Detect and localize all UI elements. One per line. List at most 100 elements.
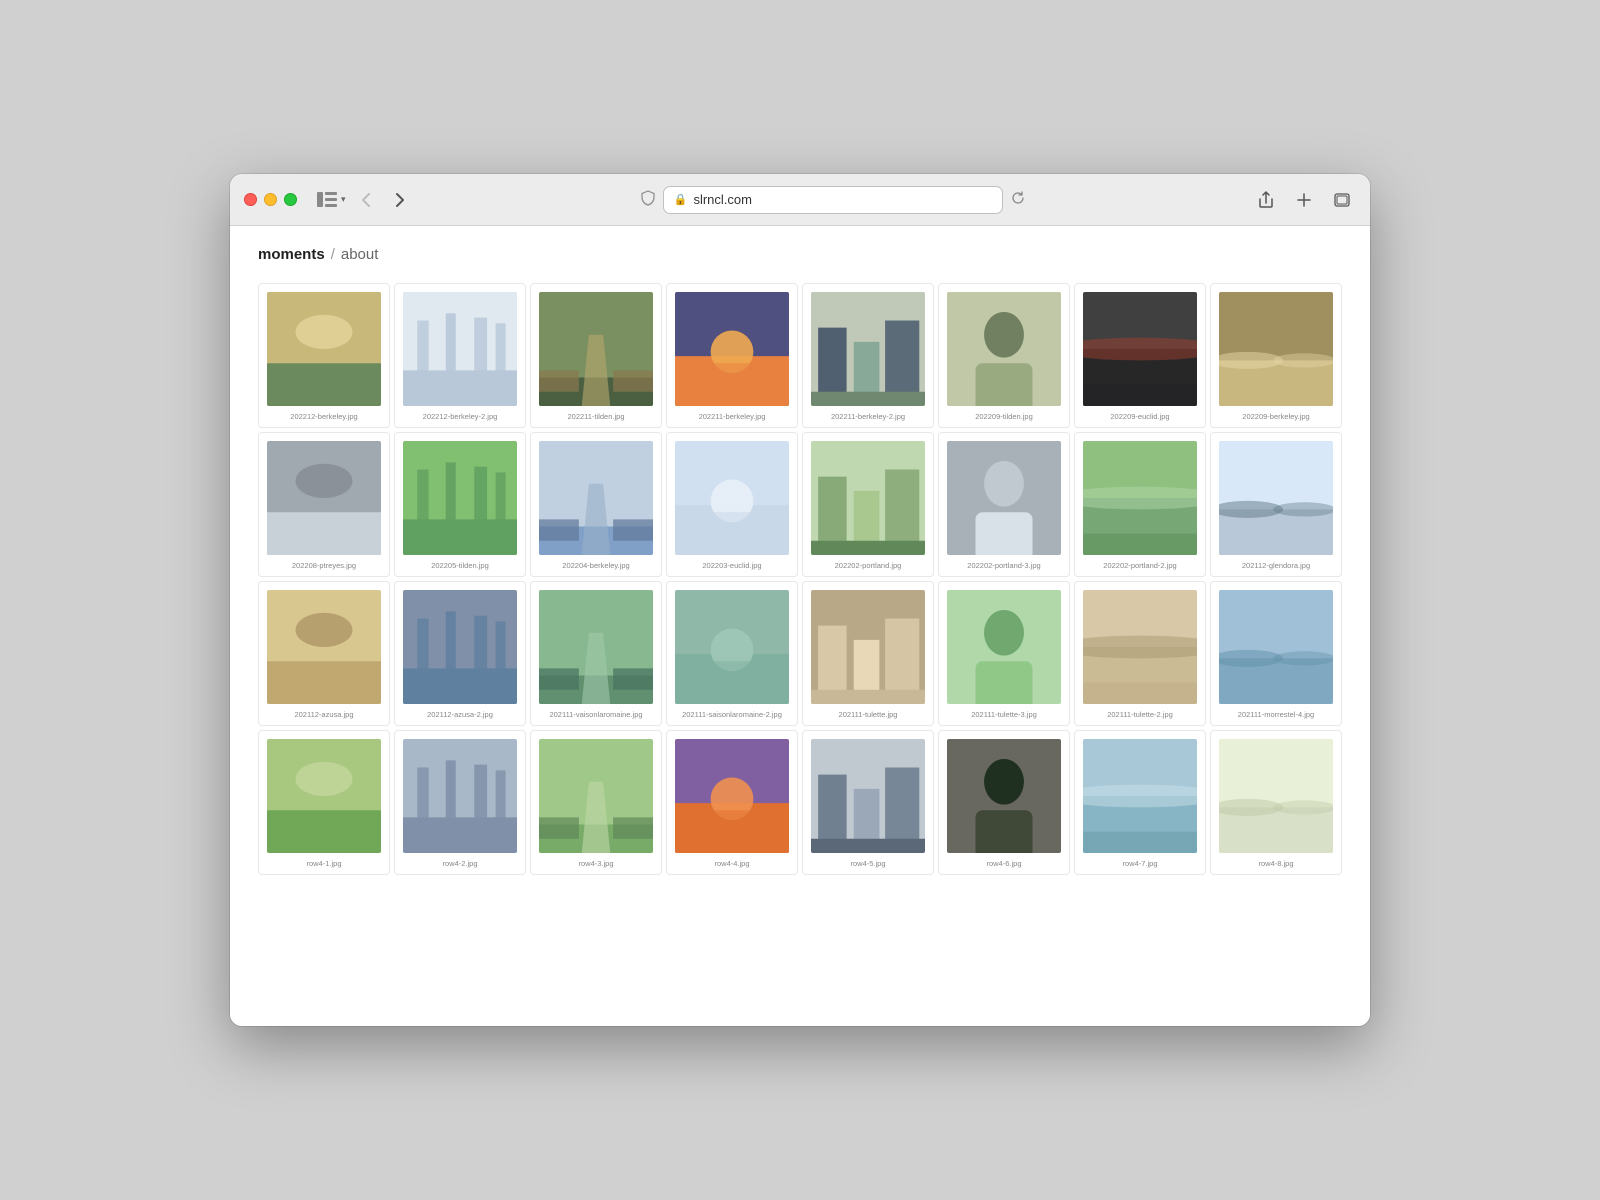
photo-thumbnail [1219,590,1333,704]
photo-card[interactable]: 202204-berkeley.jpg [530,432,662,577]
photo-thumbnail [403,292,517,406]
photo-filename: 202112-azusa.jpg [267,710,381,719]
photo-card[interactable]: row4-8.jpg [1210,730,1342,875]
photo-card[interactable]: 202111-saisonlaromaine-2.jpg [666,581,798,726]
browser-content: moments / about 202212-berkeley.jpg [230,226,1370,1026]
photo-filename: row4-7.jpg [1083,859,1197,868]
url-text: slrncl.com [693,192,752,207]
photo-card[interactable]: row4-1.jpg [258,730,390,875]
photo-filename: 202212-berkeley-2.jpg [403,412,517,421]
photo-filename: 202211-berkeley.jpg [675,412,789,421]
photo-card[interactable]: 202112-glendora.jpg [1210,432,1342,577]
photo-filename: row4-5.jpg [811,859,925,868]
photo-card[interactable]: 202111-tulette-3.jpg [938,581,1070,726]
photo-filename: 202111-morrestel-4.jpg [1219,710,1333,719]
reload-button[interactable] [1011,191,1025,208]
photo-filename: 202112-azusa-2.jpg [403,710,517,719]
photo-filename: 202211-berkeley-2.jpg [811,412,925,421]
photo-card[interactable]: row4-4.jpg [666,730,798,875]
photo-thumbnail [403,590,517,704]
photo-filename: 202112-glendora.jpg [1219,561,1333,570]
photo-card[interactable]: 202209-berkeley.jpg [1210,283,1342,428]
photo-filename: row4-8.jpg [1219,859,1333,868]
photo-card[interactable]: 202211-berkeley-2.jpg [802,283,934,428]
photo-grid: 202212-berkeley.jpg 202212-berkeley-2.jp… [258,283,1342,875]
photo-card[interactable]: 202209-euclid.jpg [1074,283,1206,428]
photo-thumbnail [267,292,381,406]
photo-thumbnail [947,441,1061,555]
photo-card[interactable]: 202205-tilden.jpg [394,432,526,577]
photo-filename: 202111-tulette-2.jpg [1083,710,1197,719]
photo-filename: 202111-tulette.jpg [811,710,925,719]
photo-filename: 202209-euclid.jpg [1083,412,1197,421]
photo-card[interactable]: 202202-portland.jpg [802,432,934,577]
photo-filename: row4-6.jpg [947,859,1061,868]
lock-icon: 🔒 [674,193,688,206]
toolbar-right [1252,186,1356,214]
photo-thumbnail [811,590,925,704]
photo-filename: 202111-vaisonlaromaine.jpg [539,710,653,719]
photo-card[interactable]: 202212-berkeley-2.jpg [394,283,526,428]
photo-thumbnail [1083,739,1197,853]
photo-filename: 202211-tilden.jpg [539,412,653,421]
photo-card[interactable]: 202202-portland-3.jpg [938,432,1070,577]
breadcrumb-separator: / [331,246,335,263]
photo-thumbnail [539,292,653,406]
tab-overview-button[interactable] [1328,186,1356,214]
photo-card[interactable]: 202111-vaisonlaromaine.jpg [530,581,662,726]
photo-card[interactable]: row4-3.jpg [530,730,662,875]
photo-card[interactable]: 202209-tilden.jpg [938,283,1070,428]
photo-filename: row4-2.jpg [403,859,517,868]
share-button[interactable] [1252,186,1280,214]
photo-card[interactable]: row4-2.jpg [394,730,526,875]
photo-card[interactable]: 202111-tulette-2.jpg [1074,581,1206,726]
photo-filename: 202202-portland-3.jpg [947,561,1061,570]
photo-card[interactable]: row4-7.jpg [1074,730,1206,875]
photo-filename: 202203-euclid.jpg [675,561,789,570]
photo-card[interactable]: 202211-tilden.jpg [530,283,662,428]
photo-card[interactable]: 202112-azusa-2.jpg [394,581,526,726]
photo-filename: row4-4.jpg [675,859,789,868]
photo-thumbnail [539,441,653,555]
shield-icon [641,190,655,209]
close-button[interactable] [244,193,257,206]
photo-card[interactable]: row4-6.jpg [938,730,1070,875]
photo-filename: 202208-ptreyes.jpg [267,561,381,570]
photo-filename: 202111-saisonlaromaine-2.jpg [675,710,789,719]
photo-card[interactable]: 202112-azusa.jpg [258,581,390,726]
browser-window: ▾ 🔒 slrncl.com [230,174,1370,1026]
address-bar[interactable]: 🔒 slrncl.com [663,186,1003,214]
photo-thumbnail [675,590,789,704]
new-tab-button[interactable] [1290,186,1318,214]
address-bar-container: 🔒 slrncl.com [426,186,1240,214]
breadcrumb-home[interactable]: moments [258,246,325,263]
photo-thumbnail [947,739,1061,853]
photo-card[interactable]: 202111-tulette.jpg [802,581,934,726]
photo-thumbnail [1083,590,1197,704]
maximize-button[interactable] [284,193,297,206]
photo-thumbnail [1219,292,1333,406]
photo-filename: 202209-tilden.jpg [947,412,1061,421]
back-button[interactable] [352,186,380,214]
sidebar-toggle[interactable]: ▾ [317,192,346,207]
photo-card[interactable]: row4-5.jpg [802,730,934,875]
chevron-down-icon: ▾ [341,194,346,205]
photo-card[interactable]: 202208-ptreyes.jpg [258,432,390,577]
photo-card[interactable]: 202212-berkeley.jpg [258,283,390,428]
photo-card[interactable]: 202211-berkeley.jpg [666,283,798,428]
toolbar-left: ▾ [317,186,414,214]
forward-button[interactable] [386,186,414,214]
photo-thumbnail [539,739,653,853]
photo-filename: row4-1.jpg [267,859,381,868]
photo-card[interactable]: 202202-portland-2.jpg [1074,432,1206,577]
minimize-button[interactable] [264,193,277,206]
photo-thumbnail [811,292,925,406]
photo-thumbnail [539,590,653,704]
photo-thumbnail [1219,441,1333,555]
photo-card[interactable]: 202203-euclid.jpg [666,432,798,577]
photo-filename: 202212-berkeley.jpg [267,412,381,421]
photo-card[interactable]: 202111-morrestel-4.jpg [1210,581,1342,726]
traffic-lights [244,193,297,206]
photo-thumbnail [267,441,381,555]
title-bar: ▾ 🔒 slrncl.com [230,174,1370,226]
